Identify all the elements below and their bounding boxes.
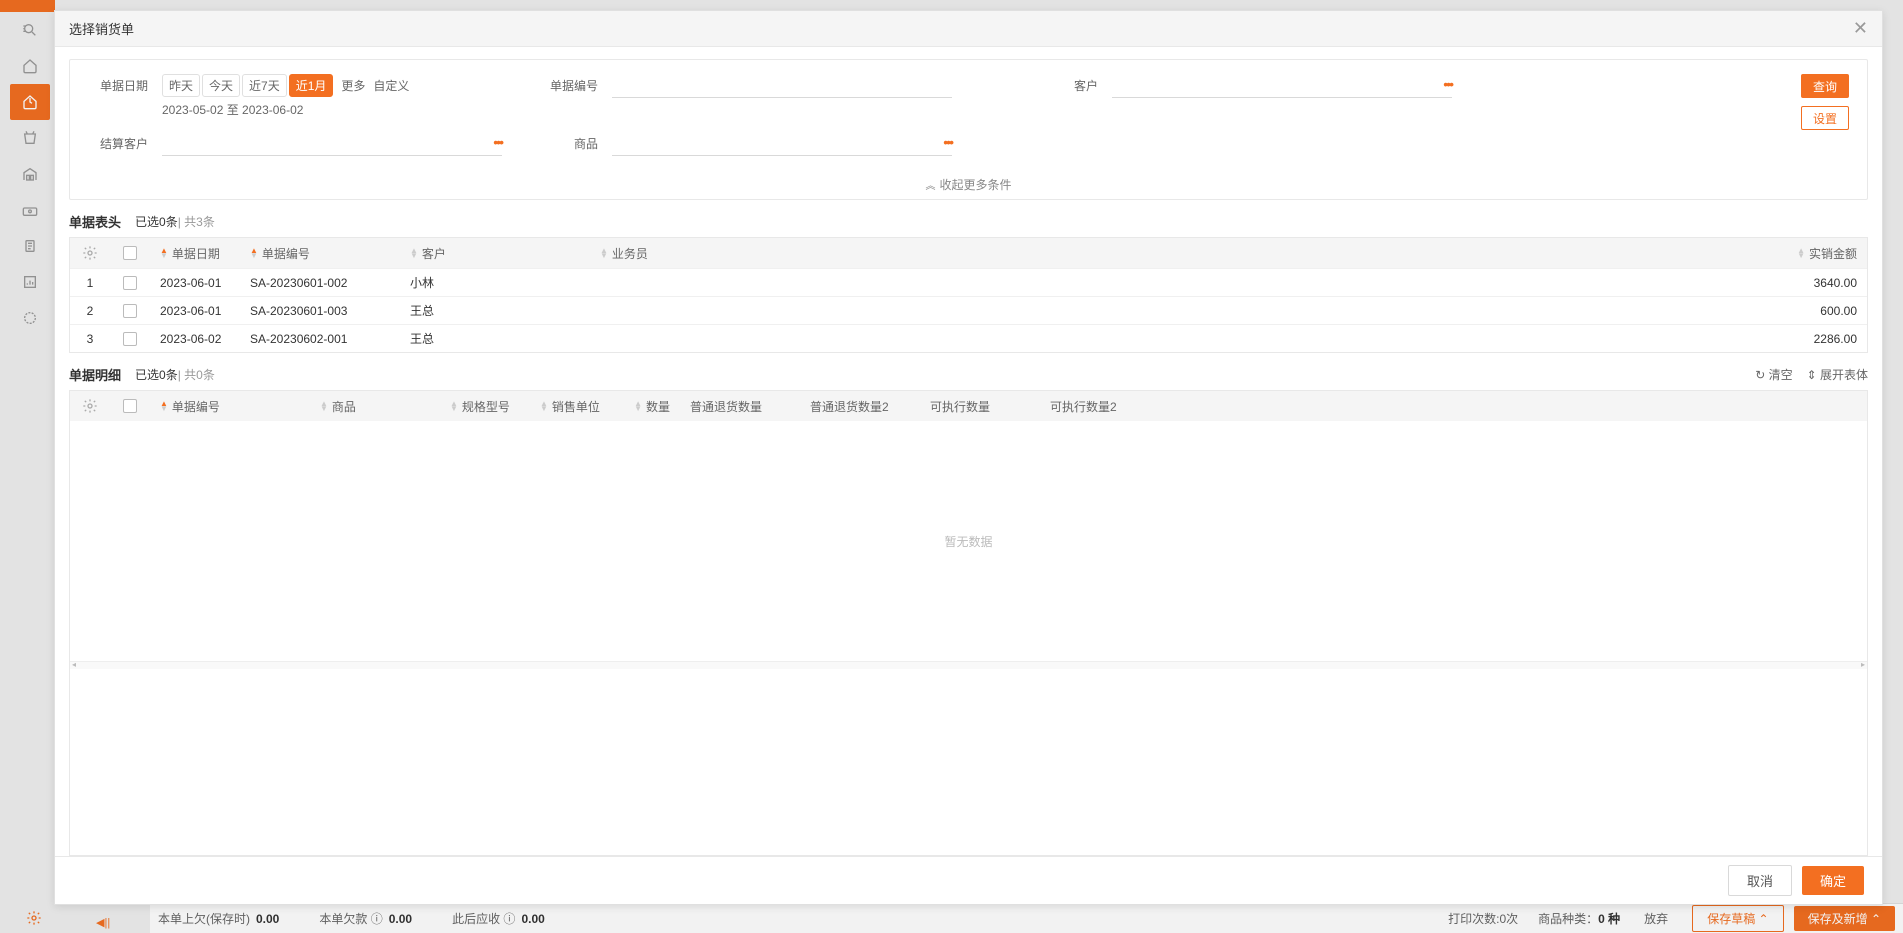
clear-button[interactable]: ↻ 清空 (1755, 366, 1792, 383)
row-index: 3 (70, 332, 110, 346)
filter-customer-label: 客户 (1038, 74, 1098, 94)
row-code: SA-20230602-001 (240, 332, 400, 346)
customer-lookup-icon[interactable]: ••• (1443, 76, 1452, 92)
table-row[interactable]: 3 2023-06-02SA-20230602-001王总 2286.00 (70, 324, 1867, 352)
filter-customer-input[interactable] (1112, 74, 1452, 98)
settle-customer-lookup-icon[interactable]: ••• (493, 134, 502, 150)
row-code: SA-20230601-002 (240, 276, 400, 290)
detail-selected-count: 已选0条 (135, 366, 178, 383)
row-amount: 2286.00 (1777, 332, 1867, 346)
filter-date-label: 单据日期 (88, 74, 148, 94)
col-detail-exe2[interactable]: 可执行数量2 (1040, 398, 1160, 415)
col-detail-unit[interactable]: ▲▼销售单位 (530, 398, 610, 415)
col-detail-ret1[interactable]: 普通退货数量 (680, 398, 800, 415)
modal-footer: 取消 确定 (55, 856, 1882, 904)
product-lookup-icon[interactable]: ••• (943, 134, 952, 150)
header-table: ▲▼单据日期 ▲▼单据编号 ▲▼客户 ▲▼业务员 ▲▼实销金额 1 2023-06… (69, 237, 1868, 353)
date-tag-7days[interactable]: 近7天 (242, 74, 287, 97)
date-range-text: 2023-05-02 至 2023-06-02 (162, 101, 409, 118)
date-tag-1month[interactable]: 近1月 (289, 74, 334, 97)
row-customer: 小林 (400, 274, 590, 291)
header-total-count: | 共3条 (178, 213, 215, 230)
filter-docno-input[interactable] (612, 74, 952, 98)
row-checkbox[interactable] (123, 276, 137, 290)
row-index: 2 (70, 304, 110, 318)
expand-button[interactable]: ⇕ 展开表体 (1807, 366, 1868, 383)
detail-table: ▲▼单据编号 ▲▼商品 ▲▼规格型号 ▲▼销售单位 ▲▼数量 普通退货数量 普通… (69, 390, 1868, 856)
row-code: SA-20230601-003 (240, 304, 400, 318)
row-index: 1 (70, 276, 110, 290)
select-sales-order-modal: 选择销货单 ✕ 单据日期 昨天 今天 近7天 近1月 更多 (54, 10, 1883, 905)
filter-product-input[interactable] (612, 132, 952, 156)
table-row[interactable]: 1 2023-06-01SA-20230601-002小林 3640.00 (70, 268, 1867, 296)
detail-empty-text: 暂无数据 (70, 421, 1867, 661)
header-table-head: ▲▼单据日期 ▲▼单据编号 ▲▼客户 ▲▼业务员 ▲▼实销金额 (70, 238, 1867, 268)
gear-icon[interactable] (70, 398, 110, 414)
row-date: 2023-06-01 (150, 304, 240, 318)
row-customer: 王总 (400, 302, 590, 319)
col-staff[interactable]: ▲▼业务员 (590, 245, 680, 262)
col-code[interactable]: ▲▼单据编号 (240, 245, 400, 262)
settings-button[interactable]: 设置 (1801, 106, 1849, 130)
detail-total-count: | 共0条 (178, 366, 215, 383)
select-all-checkbox[interactable] (123, 246, 137, 260)
col-detail-spec[interactable]: ▲▼规格型号 (440, 398, 530, 415)
chevron-up-icon: ︽ (925, 181, 935, 192)
row-date: 2023-06-02 (150, 332, 240, 346)
row-checkbox[interactable] (123, 332, 137, 346)
date-more-link[interactable]: 更多 (341, 77, 365, 94)
col-detail-qty[interactable]: ▲▼数量 (610, 398, 680, 415)
header-selected-count: 已选0条 (135, 213, 178, 230)
filter-settle-customer-label: 结算客户 (88, 132, 148, 152)
col-date[interactable]: ▲▼单据日期 (150, 245, 240, 262)
filter-settle-customer-input[interactable] (162, 132, 502, 156)
query-button[interactable]: 查询 (1801, 74, 1849, 98)
row-customer: 王总 (400, 330, 590, 347)
date-custom-link[interactable]: 自定义 (373, 77, 409, 94)
row-checkbox[interactable] (123, 304, 137, 318)
table-row[interactable]: 2 2023-06-01SA-20230601-003王总 600.00 (70, 296, 1867, 324)
cancel-button[interactable]: 取消 (1728, 865, 1792, 896)
select-all-detail-checkbox[interactable] (123, 399, 137, 413)
row-amount: 3640.00 (1777, 276, 1867, 290)
date-tag-today[interactable]: 今天 (202, 74, 240, 97)
header-section-title: 单据表头 (69, 212, 121, 231)
row-date: 2023-06-01 (150, 276, 240, 290)
filter-panel: 单据日期 昨天 今天 近7天 近1月 更多 自定义 2023-05-02 至 2… (69, 59, 1868, 200)
ok-button[interactable]: 确定 (1802, 866, 1864, 895)
filter-product-label: 商品 (538, 132, 598, 152)
date-tag-yesterday[interactable]: 昨天 (162, 74, 200, 97)
detail-section-title: 单据明细 (69, 365, 121, 384)
col-detail-exe1[interactable]: 可执行数量 (920, 398, 1040, 415)
row-amount: 600.00 (1777, 304, 1867, 318)
col-detail-product[interactable]: ▲▼商品 (310, 398, 440, 415)
modal-title: 选择销货单 (69, 19, 134, 38)
filter-docno-label: 单据编号 (538, 74, 598, 94)
collapse-filters-button[interactable]: ︽收起更多条件 (88, 170, 1849, 199)
detail-table-head: ▲▼单据编号 ▲▼商品 ▲▼规格型号 ▲▼销售单位 ▲▼数量 普通退货数量 普通… (70, 391, 1867, 421)
modal-header: 选择销货单 ✕ (55, 11, 1882, 47)
col-customer[interactable]: ▲▼客户 (400, 245, 590, 262)
col-detail-code[interactable]: ▲▼单据编号 (150, 398, 310, 415)
col-amount[interactable]: ▲▼实销金额 (1777, 245, 1867, 262)
close-icon[interactable]: ✕ (1853, 18, 1868, 39)
gear-icon[interactable] (70, 245, 110, 261)
col-detail-ret2[interactable]: 普通退货数量2 (800, 398, 920, 415)
horizontal-scrollbar[interactable] (70, 661, 1867, 669)
